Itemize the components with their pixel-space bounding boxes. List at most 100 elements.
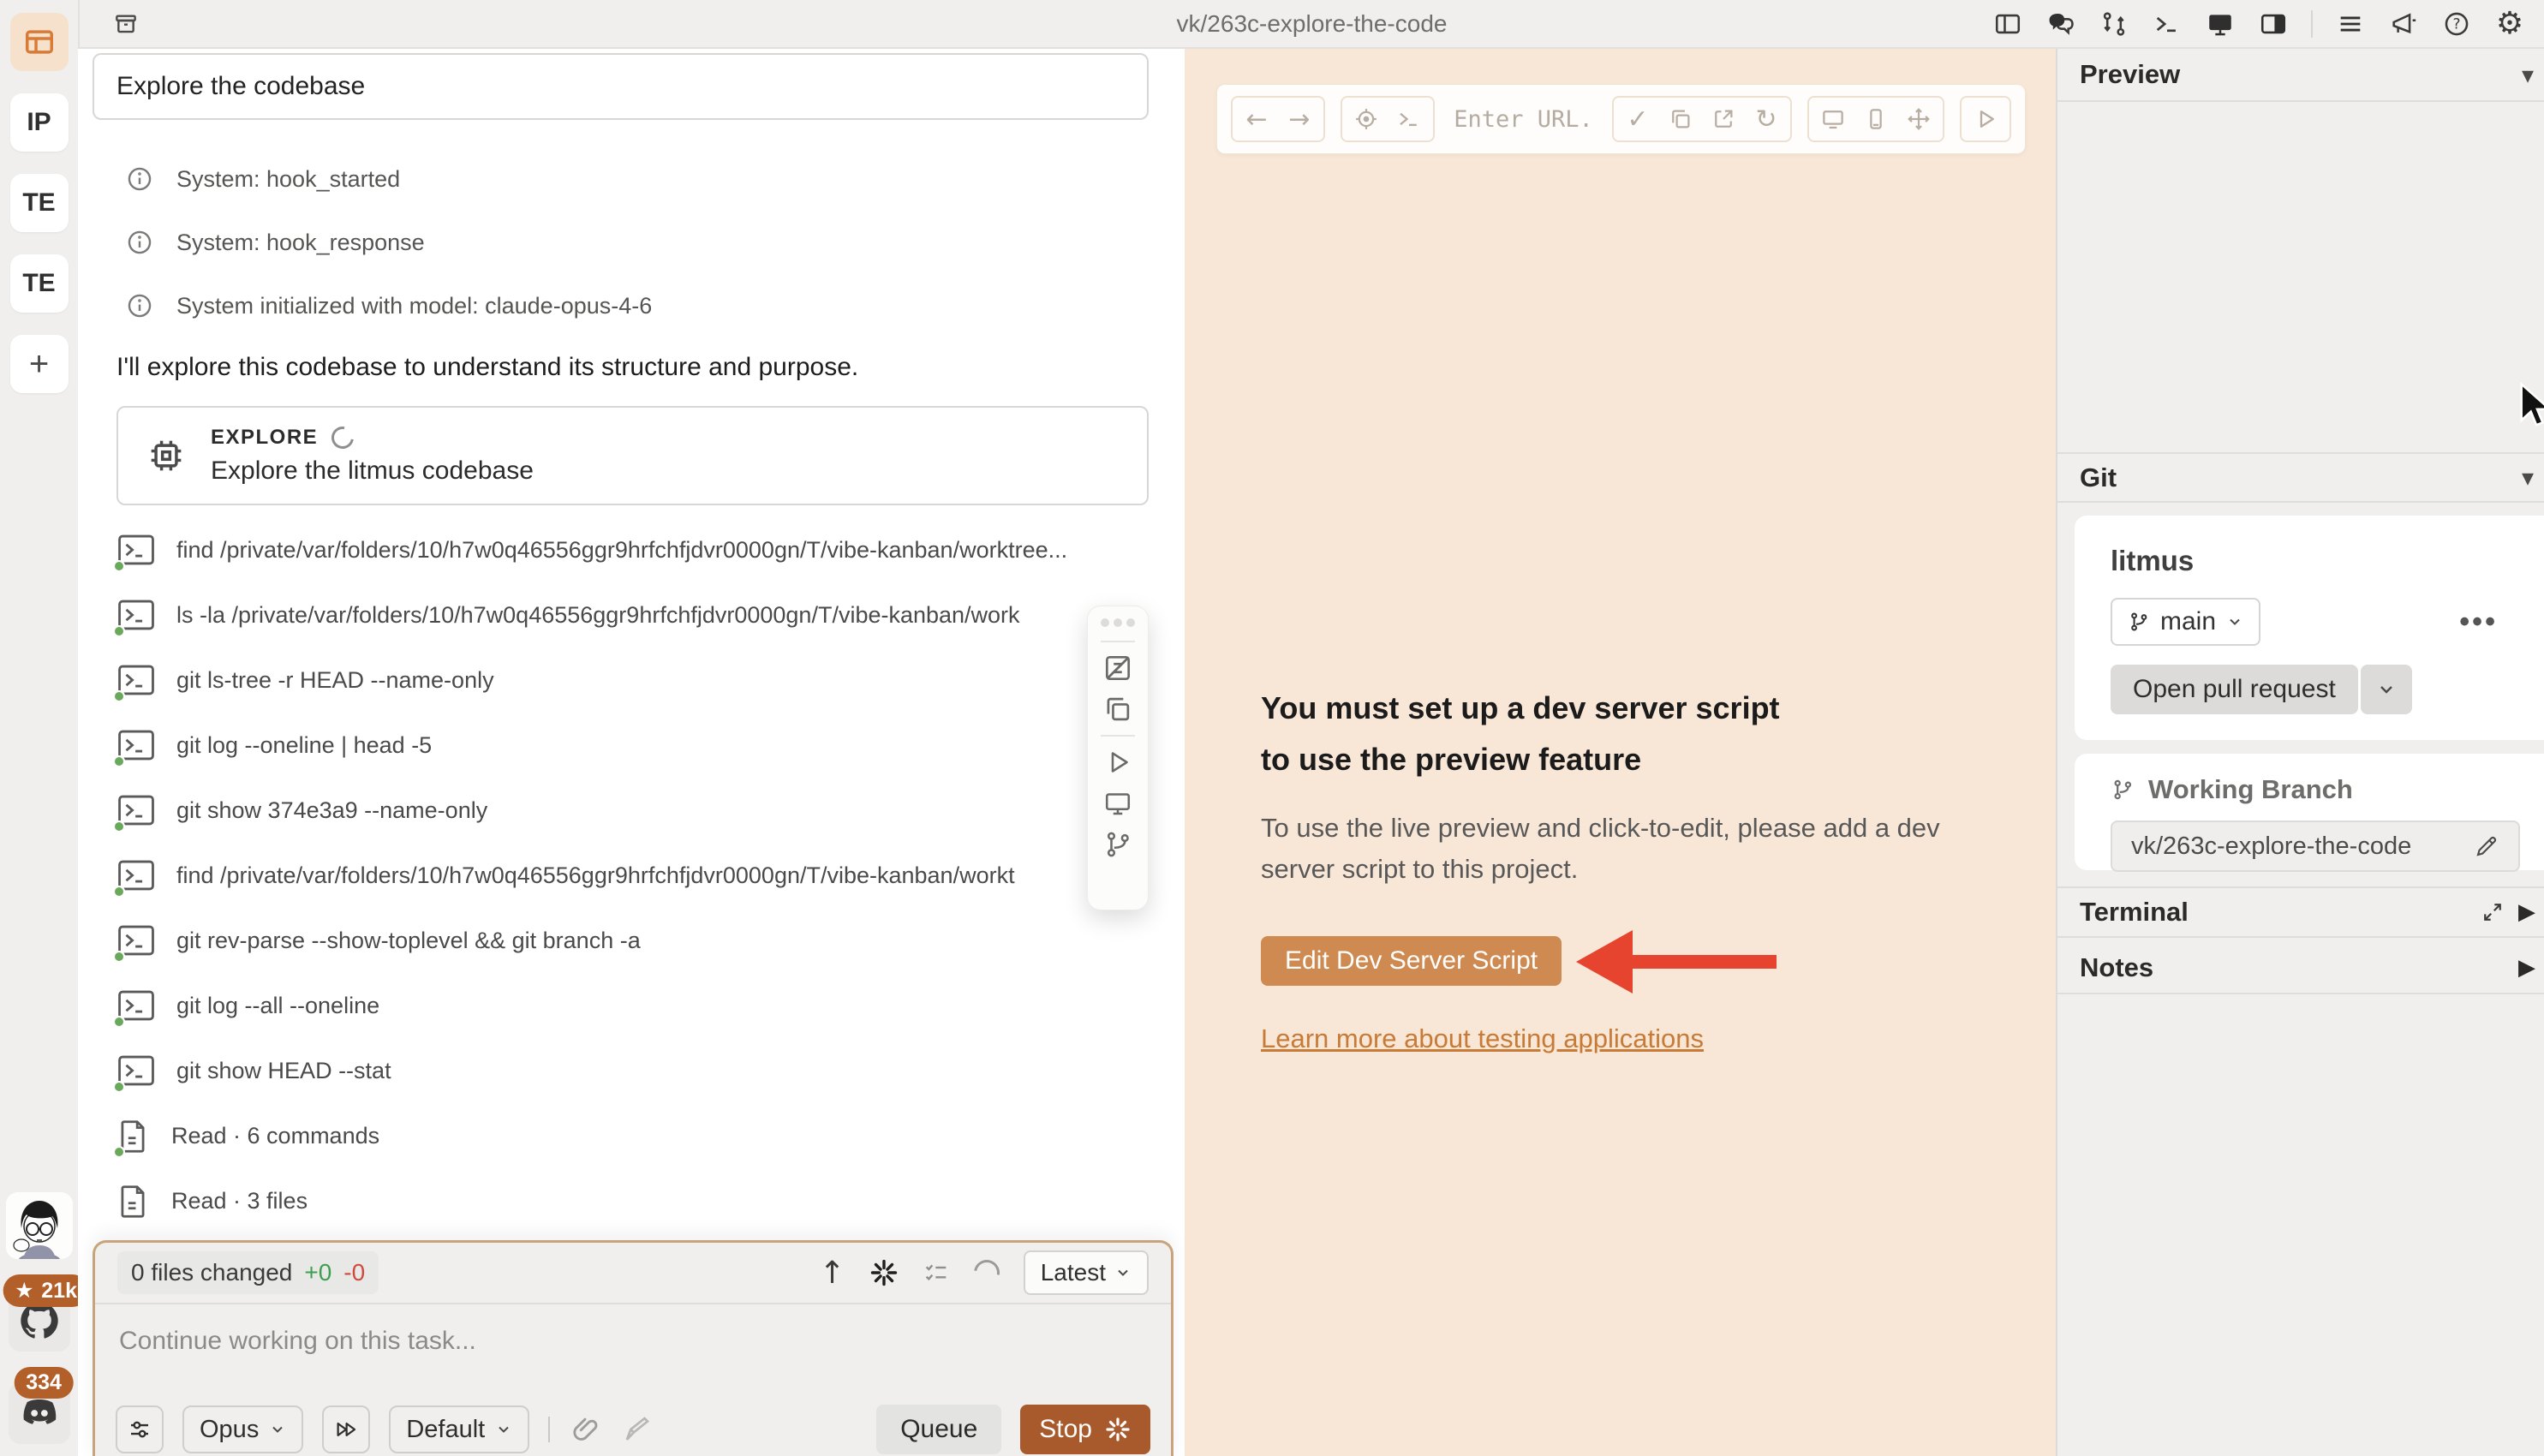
command-row[interactable]: git log --oneline | head -5 <box>116 713 1185 778</box>
command-row[interactable]: git log --all --oneline <box>116 973 1185 1038</box>
terminal-command-icon <box>116 793 156 827</box>
git-branch-icon[interactable] <box>1097 824 1138 865</box>
refresh-icon[interactable]: ↻ <box>1753 105 1780 133</box>
forward-icon[interactable]: → <box>1286 105 1313 133</box>
target-icon[interactable] <box>1353 105 1380 133</box>
command-row[interactable]: git rev-parse --show-toplevel && git bra… <box>116 908 1185 973</box>
version-selector[interactable]: Latest <box>1024 1250 1149 1295</box>
success-dot <box>113 1146 125 1158</box>
file-read-row[interactable]: Read · 6 commands <box>116 1103 1185 1168</box>
task-title-card[interactable]: Explore the codebase <box>93 53 1149 120</box>
toolbar-divider <box>548 1417 550 1442</box>
success-dot <box>113 560 125 572</box>
scroll-up-icon[interactable]: ↑ <box>820 1256 845 1291</box>
mobile-view-icon[interactable] <box>1862 105 1890 133</box>
command-row[interactable]: git ls-tree -r HEAD --name-only <box>116 647 1185 713</box>
command-row[interactable]: git show HEAD --stat <box>116 1038 1185 1103</box>
back-icon[interactable]: ← <box>1243 105 1270 133</box>
fast-forward-button[interactable] <box>322 1405 370 1453</box>
rail-item-project[interactable]: IP <box>10 93 69 152</box>
system-message-row[interactable]: System: hook_started <box>125 147 1185 211</box>
terminal-command-icon <box>116 858 156 892</box>
queue-button[interactable]: Queue <box>876 1405 1001 1454</box>
command-text: git log --all --oneline <box>176 993 379 1019</box>
layout-icon <box>23 26 56 58</box>
chevron-down-icon <box>495 1421 512 1438</box>
system-message-row[interactable]: System: hook_response <box>125 211 1185 274</box>
terminal-command-icon <box>116 663 156 697</box>
right-sidebar: Preview ▾ Git ▾ litmus main ••• Open pul… <box>2056 49 2544 1456</box>
terminal-icon[interactable] <box>1395 105 1423 133</box>
system-message-row[interactable]: System initialized with model: claude-op… <box>125 274 1185 337</box>
monitor-icon[interactable] <box>1097 783 1138 824</box>
branch-selector[interactable]: main <box>2111 598 2260 646</box>
github-link[interactable]: ★ 21k <box>9 1290 70 1352</box>
checklist-icon[interactable] <box>923 1259 950 1286</box>
assistant-message: I'll explore this codebase to understand… <box>116 353 1185 382</box>
move-icon[interactable] <box>1905 105 1932 133</box>
user-avatar[interactable] <box>6 1192 73 1259</box>
copy-icon[interactable] <box>1667 105 1694 133</box>
section-label: Git <box>2080 462 2117 493</box>
stop-button[interactable]: Stop <box>1020 1405 1150 1454</box>
queue-label: Queue <box>900 1415 977 1444</box>
open-pr-label: Open pull request <box>2133 675 2336 704</box>
caret-right-icon: ▶ <box>2518 899 2535 925</box>
tool-call-card[interactable]: EXPLORE Explore the litmus codebase <box>116 406 1149 505</box>
add-project-button[interactable]: + <box>10 335 69 393</box>
model-selector[interactable]: Opus <box>182 1405 303 1453</box>
open-pr-button[interactable]: Open pull request <box>2111 665 2358 714</box>
caret-down-icon: ▾ <box>2522 61 2534 89</box>
stop-label: Stop <box>1039 1415 1092 1444</box>
success-dot <box>113 690 125 702</box>
desktop-view-icon[interactable] <box>1819 105 1847 133</box>
play-icon[interactable] <box>1097 742 1138 783</box>
chevron-down-icon <box>269 1421 286 1438</box>
git-branch-icon <box>2128 611 2150 633</box>
section-header-git[interactable]: Git ▾ <box>2057 452 2544 503</box>
edit-pencil-icon[interactable] <box>2474 833 2499 859</box>
section-header-preview[interactable]: Preview ▾ <box>2057 49 2544 102</box>
project-rail: IP TE TE + ★ 21k <box>0 0 78 1456</box>
scan-disabled-icon[interactable] <box>1097 647 1138 689</box>
file-read-row[interactable]: Read · 3 files <box>116 1168 1185 1233</box>
attachment-icon[interactable] <box>569 1413 601 1446</box>
mode-selector[interactable]: Default <box>389 1405 529 1453</box>
open-external-icon[interactable] <box>1710 105 1737 133</box>
pen-icon[interactable] <box>620 1413 653 1446</box>
check-icon[interactable]: ✓ <box>1624 105 1651 133</box>
system-message-text: System: hook_response <box>176 230 425 256</box>
discord-link[interactable]: 334 <box>9 1382 70 1444</box>
rail-item-active[interactable] <box>10 13 69 71</box>
rail-item-project[interactable]: TE <box>10 254 69 313</box>
open-pr-dropdown[interactable] <box>2361 665 2412 714</box>
more-options-button[interactable]: ••• <box>2459 606 2498 639</box>
working-branch-field[interactable]: vk/263c-explore-the-code <box>2111 820 2520 872</box>
caret-right-icon: ▶ <box>2518 955 2535 981</box>
files-changed-chip[interactable]: 0 files changed +0 -0 <box>117 1251 379 1294</box>
floating-toolbar[interactable] <box>1087 606 1149 910</box>
discord-count-badge: 334 <box>14 1367 74 1399</box>
success-dot <box>113 1081 125 1093</box>
settings-sliders-button[interactable] <box>116 1405 164 1453</box>
spark-icon[interactable] <box>869 1258 899 1287</box>
learn-more-link[interactable]: Learn more about testing applications <box>1261 1023 1704 1054</box>
section-header-notes[interactable]: Notes ▶ <box>2057 943 2544 994</box>
drag-handle-icon[interactable] <box>1101 618 1135 627</box>
edit-dev-server-script-button[interactable]: Edit Dev Server Script <box>1261 936 1562 986</box>
run-icon[interactable] <box>1972 105 1999 133</box>
command-list: find /private/var/folders/10/h7w0q46556g… <box>93 517 1185 1103</box>
command-row[interactable]: git show 374e3a9 --name-only <box>116 778 1185 843</box>
file-icon <box>116 1119 151 1153</box>
section-header-terminal[interactable]: Terminal ▶ <box>2057 886 2544 938</box>
files-changed-text: 0 files changed <box>131 1259 292 1286</box>
command-row[interactable]: find /private/var/folders/10/h7w0q46556g… <box>116 517 1185 582</box>
command-row[interactable]: find /private/var/folders/10/h7w0q46556g… <box>116 843 1185 908</box>
message-input[interactable]: Continue working on this task... <box>95 1304 1171 1356</box>
url-input[interactable]: Enter URL. <box>1450 106 1597 133</box>
rail-item-project[interactable]: TE <box>10 174 69 232</box>
copy-icon[interactable] <box>1097 689 1138 730</box>
command-row[interactable]: ls -la /private/var/folders/10/h7w0q4655… <box>116 582 1185 647</box>
working-branch-label: Working Branch <box>2148 774 2353 805</box>
working-branch-card: Working Branch vk/263c-explore-the-code <box>2075 754 2544 870</box>
